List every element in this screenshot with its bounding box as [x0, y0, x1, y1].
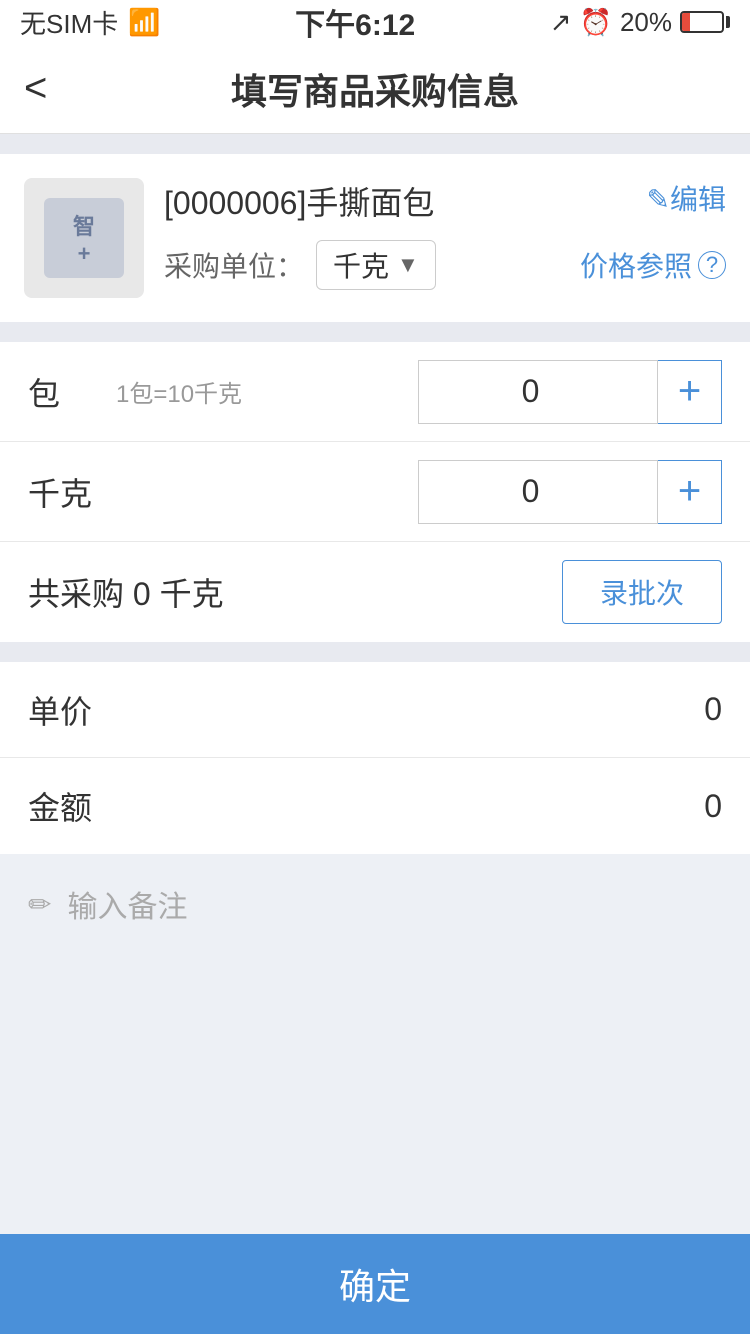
- product-header-row: [0000006]手撕面包 ✎编辑: [164, 178, 726, 240]
- amount-value: 0: [704, 788, 722, 825]
- product-unit-row: 采购单位： 千克 ▼ 价格参照 ?: [164, 240, 726, 290]
- amount-row: 金额 0: [0, 758, 750, 854]
- battery-pct: 20%: [620, 7, 672, 38]
- price-ref-button[interactable]: 价格参照 ?: [580, 245, 726, 285]
- wifi-icon: 📶: [128, 7, 160, 38]
- kg-input-group: +: [418, 460, 722, 524]
- content-filler: [0, 954, 750, 1234]
- product-image: 智 +: [24, 178, 144, 298]
- amount-label: 金额: [28, 783, 92, 829]
- unit-price-value: 0: [704, 691, 722, 728]
- confirm-button[interactable]: 确定: [0, 1234, 750, 1334]
- mid-divider: [0, 322, 750, 342]
- input-section: 包 1包=10千克 + 千克 +: [0, 342, 750, 542]
- bag-label: 包: [28, 369, 108, 415]
- status-bar: 无SIM卡 📶 下午6:12 ↗ ⏰ 20%: [0, 0, 750, 44]
- product-logo: 智 +: [44, 198, 124, 278]
- summary-row: 共采购 0 千克 录批次: [0, 542, 750, 642]
- edit-button[interactable]: ✎编辑: [647, 178, 726, 218]
- product-name: [0000006]手撕面包: [164, 178, 434, 224]
- price-ref-label: 价格参照: [580, 245, 692, 285]
- kg-row: 千克 +: [0, 442, 750, 542]
- info-icon: ?: [698, 251, 726, 279]
- info-section: 单价 0 金额 0: [0, 662, 750, 854]
- logo-line1: 智: [73, 209, 95, 241]
- bag-plus-button[interactable]: +: [658, 360, 722, 424]
- status-right: ↗ ⏰ 20%: [550, 7, 730, 38]
- product-card: 智 + [0000006]手撕面包 ✎编辑 采购单位： 千克 ▼ 价格参照 ?: [0, 154, 750, 322]
- back-button[interactable]: <: [24, 66, 47, 111]
- status-left: 无SIM卡 📶: [20, 4, 161, 41]
- logo-line2: +: [78, 241, 91, 267]
- nav-bar: < 填写商品采购信息: [0, 44, 750, 134]
- page-title: 填写商品采购信息: [231, 63, 519, 115]
- kg-input[interactable]: [418, 460, 658, 524]
- unit-price-label: 单价: [28, 687, 92, 733]
- kg-plus-button[interactable]: +: [658, 460, 722, 524]
- bag-row: 包 1包=10千克 +: [0, 342, 750, 442]
- unit-select[interactable]: 千克 ▼: [316, 240, 436, 290]
- unit-price-row: 单价 0: [0, 662, 750, 758]
- pencil-icon: ✏: [28, 888, 51, 921]
- bag-input-group: +: [418, 360, 722, 424]
- battery-icon: [680, 11, 730, 33]
- location-icon: ↗: [550, 7, 572, 38]
- status-time: 下午6:12: [295, 0, 415, 44]
- chevron-down-icon: ▼: [397, 252, 419, 278]
- top-divider: [0, 134, 750, 154]
- alarm-icon: ⏰: [580, 7, 612, 38]
- unit-value: 千克: [333, 245, 389, 285]
- lower-divider: [0, 642, 750, 662]
- bag-sublabel: 1包=10千克: [116, 374, 242, 409]
- unit-label: 采购单位：: [164, 245, 304, 285]
- bag-input[interactable]: [418, 360, 658, 424]
- product-info: [0000006]手撕面包 ✎编辑 采购单位： 千克 ▼ 价格参照 ?: [164, 178, 726, 290]
- sim-text: 无SIM卡: [20, 4, 118, 41]
- remark-section[interactable]: ✏ 输入备注: [0, 854, 750, 954]
- remark-placeholder: 输入备注: [67, 882, 187, 926]
- summary-text: 共采购 0 千克: [28, 569, 224, 615]
- kg-label: 千克: [28, 469, 108, 515]
- batch-button[interactable]: 录批次: [562, 560, 722, 624]
